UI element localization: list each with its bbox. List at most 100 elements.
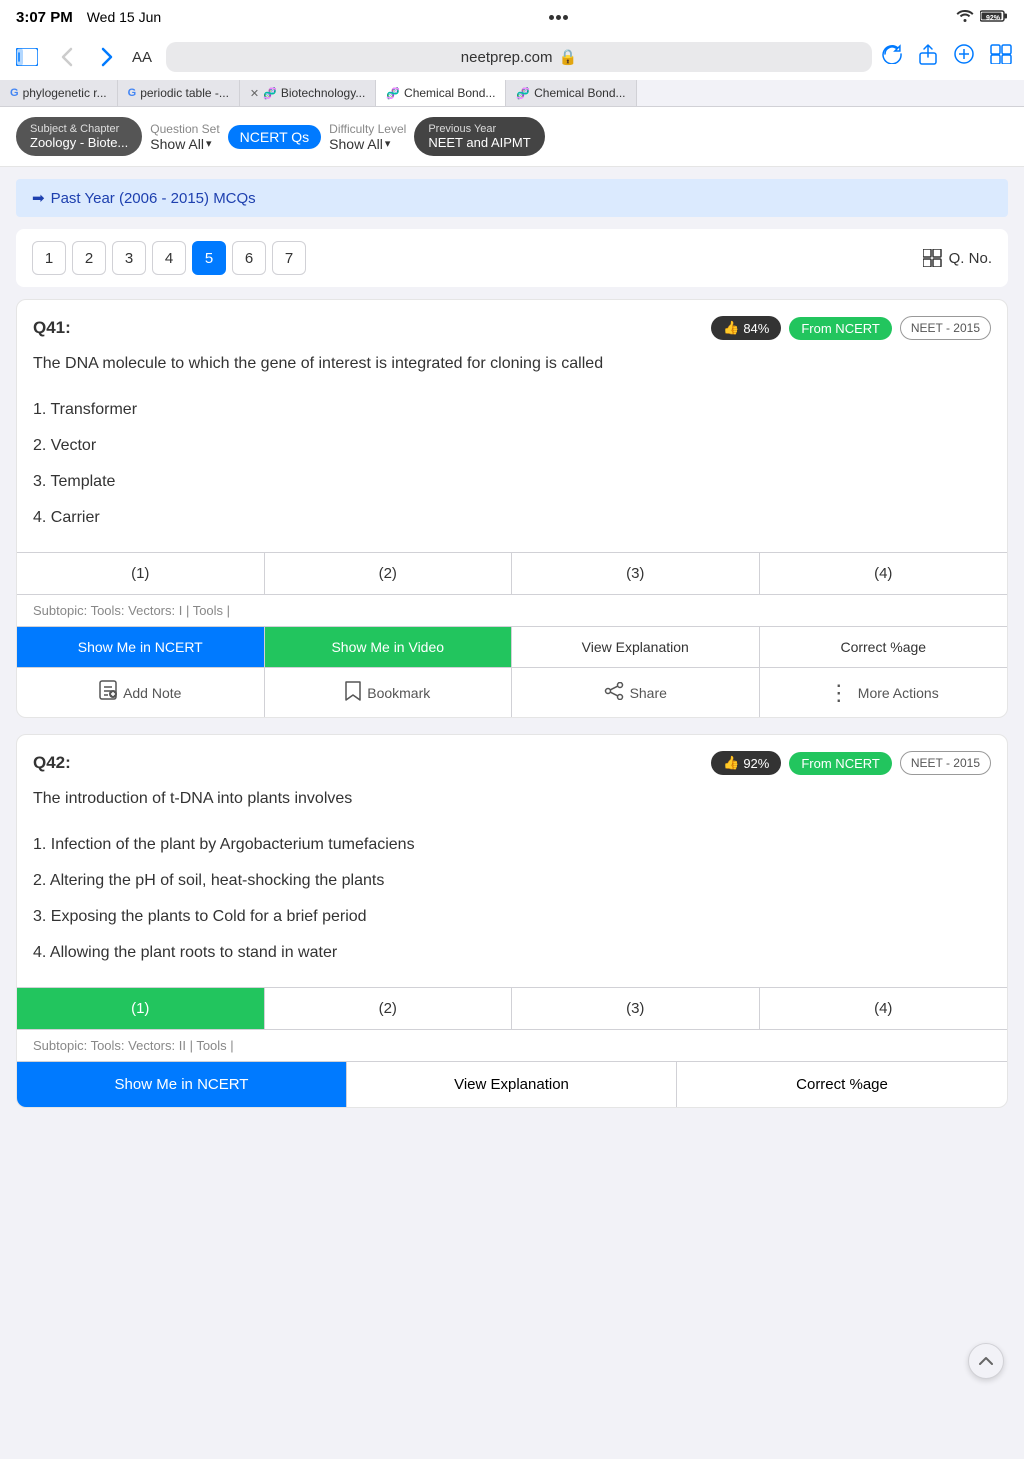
time: 3:07 PM [16,9,73,26]
view-explanation-button-42[interactable]: View Explanation [347,1062,677,1107]
tab-title: phylogenetic r... [23,86,107,100]
pagination: 1 2 3 4 5 6 7 Q. No. [16,229,1008,287]
chevron-down-icon-2: ▾ [385,137,391,150]
browser-tabs: G phylogenetic r... G periodic table -..… [0,80,1024,107]
correct-page-button-42[interactable]: Correct %age [677,1062,1007,1107]
show-ncert-button-42[interactable]: Show Me in NCERT [17,1062,347,1107]
show-ncert-label-42: Show Me in NCERT [115,1076,249,1093]
answer-cell-41-2[interactable]: (2) [265,553,513,594]
ncert-badge-41: From NCERT [789,317,891,340]
tab-biotechnology[interactable]: ✕ 🧬 Biotechnology... [240,80,376,106]
tab-title: Chemical Bond... [404,86,495,100]
add-note-button-41[interactable]: Add Note [17,668,265,717]
page-1-button[interactable]: 1 [32,241,66,275]
add-note-icon [99,680,117,705]
reload-button[interactable] [882,44,902,70]
sidebar-toggle-button[interactable] [12,42,42,72]
like-percent-41: 84% [743,321,769,336]
forward-button[interactable] [92,42,122,72]
dot3 [563,15,568,20]
answer-cell-42-2[interactable]: (2) [265,988,513,1029]
difficulty-value: Show All [329,136,383,152]
option-42-3: 3. Exposing the plants to Cold for a bri… [33,899,991,935]
ncert-badge-42: From NCERT [789,752,891,775]
answer-grid-41: (1) (2) (3) (4) [17,552,1007,595]
answer-cell-41-3[interactable]: (3) [512,553,760,594]
page-6-button[interactable]: 6 [232,241,266,275]
arrow-icon: ➡ [32,189,45,207]
subject-chapter-filter[interactable]: Subject & Chapter Zoology - Biote... [16,117,142,156]
qno-label: Q. No. [949,250,992,267]
share-button[interactable] [918,43,938,71]
page-2-button[interactable]: 2 [72,241,106,275]
question-text-42: The introduction of t-DNA into plants in… [33,787,991,811]
svg-text:92%: 92% [986,15,1001,22]
url-bar[interactable]: neetprep.com 🔒 [166,42,872,72]
tab-periodic[interactable]: G periodic table -... [118,80,240,106]
question-badges-41: 👍 84% From NCERT NEET - 2015 [711,316,991,340]
tab-close-icon[interactable]: ✕ [250,87,259,100]
answer-grid-42: (1) (2) (3) (4) [17,987,1007,1030]
correct-page-button-41[interactable]: Correct %age [760,627,1008,667]
option-41-2: 2. Vector [33,428,991,464]
question-number-42: Q42: [33,753,71,773]
option-42-2: 2. Altering the pH of soil, heat-shockin… [33,863,991,899]
thumbs-up-icon-42: 👍 [723,755,739,771]
show-video-button-41[interactable]: Show Me in Video [265,627,513,667]
question-set-filter[interactable]: Question Set Show All ▾ [150,122,219,152]
page-7-button[interactable]: 7 [272,241,306,275]
view-explanation-label-41: View Explanation [582,639,689,655]
grid-icon [923,249,943,267]
difficulty-filter[interactable]: Difficulty Level Show All ▾ [329,122,406,152]
tab-favicon: 🧬 [386,87,400,100]
answer-cell-41-4[interactable]: (4) [760,553,1008,594]
thumbs-up-icon: 👍 [723,320,739,336]
tabs-button[interactable] [990,44,1012,70]
previous-year-label: Previous Year [428,123,530,135]
correct-page-label-42: Correct %age [796,1076,888,1093]
answer-cell-42-4[interactable]: (4) [760,988,1008,1029]
question-set-value: Show All [150,136,204,152]
past-year-banner[interactable]: ➡ Past Year (2006 - 2015) MCQs [16,179,1008,217]
add-note-label-41: Add Note [123,685,181,701]
view-explanation-label-42: View Explanation [454,1076,569,1093]
filter-bar: Subject & Chapter Zoology - Biote... Que… [0,107,1024,167]
share-button-41[interactable]: Share [512,668,760,717]
tab-chemical-bond-2[interactable]: 🧬 Chemical Bond... [506,80,636,106]
tab-favicon: G [128,87,137,99]
question-badges-42: 👍 92% From NCERT NEET - 2015 [711,751,991,775]
tab-phylogenetic[interactable]: G phylogenetic r... [0,80,118,106]
page-5-button[interactable]: 5 [192,241,226,275]
new-tab-button[interactable] [954,44,974,70]
bookmark-button-41[interactable]: Bookmark [265,668,513,717]
subtopic-42: Subtopic: Tools: Vectors: II | Tools | [17,1030,1007,1061]
tab-title: periodic table -... [140,86,229,100]
subject-chapter-label: Subject & Chapter [30,123,128,135]
question-set-label: Question Set [150,122,219,136]
option-42-1: 1. Infection of the plant by Argobacteri… [33,827,991,863]
browser-actions [882,43,1012,71]
previous-year-filter[interactable]: Previous Year NEET and AIPMT [414,117,544,156]
back-button[interactable] [52,42,82,72]
question-card-41: Q41: 👍 84% From NCERT NEET - 2015 The DN… [16,299,1008,718]
answer-cell-41-1[interactable]: (1) [17,553,265,594]
answer-cell-42-1[interactable]: (1) [17,988,265,1029]
page-4-button[interactable]: 4 [152,241,186,275]
tab-favicon: 🧬 [263,87,277,100]
aa-button[interactable]: AA [132,49,152,66]
tab-favicon: G [10,87,19,99]
qno-control[interactable]: Q. No. [923,249,992,267]
like-percent-42: 92% [743,756,769,771]
view-explanation-button-41[interactable]: View Explanation [512,627,760,667]
share-label-41: Share [630,685,667,701]
option-41-1: 1. Transformer [33,392,991,428]
answer-cell-42-3[interactable]: (3) [512,988,760,1029]
show-ncert-label-41: Show Me in NCERT [78,639,203,655]
show-ncert-button-41[interactable]: Show Me in NCERT [17,627,265,667]
battery-icon: 92% [980,9,1008,26]
more-actions-button-41[interactable]: ⋮ More Actions [760,668,1008,717]
ncert-filter[interactable]: NCERT Qs [228,125,322,149]
page-3-button[interactable]: 3 [112,241,146,275]
tab-chemical-bond-1[interactable]: 🧬 Chemical Bond... [376,80,506,106]
scroll-up-button[interactable] [968,1343,1004,1379]
